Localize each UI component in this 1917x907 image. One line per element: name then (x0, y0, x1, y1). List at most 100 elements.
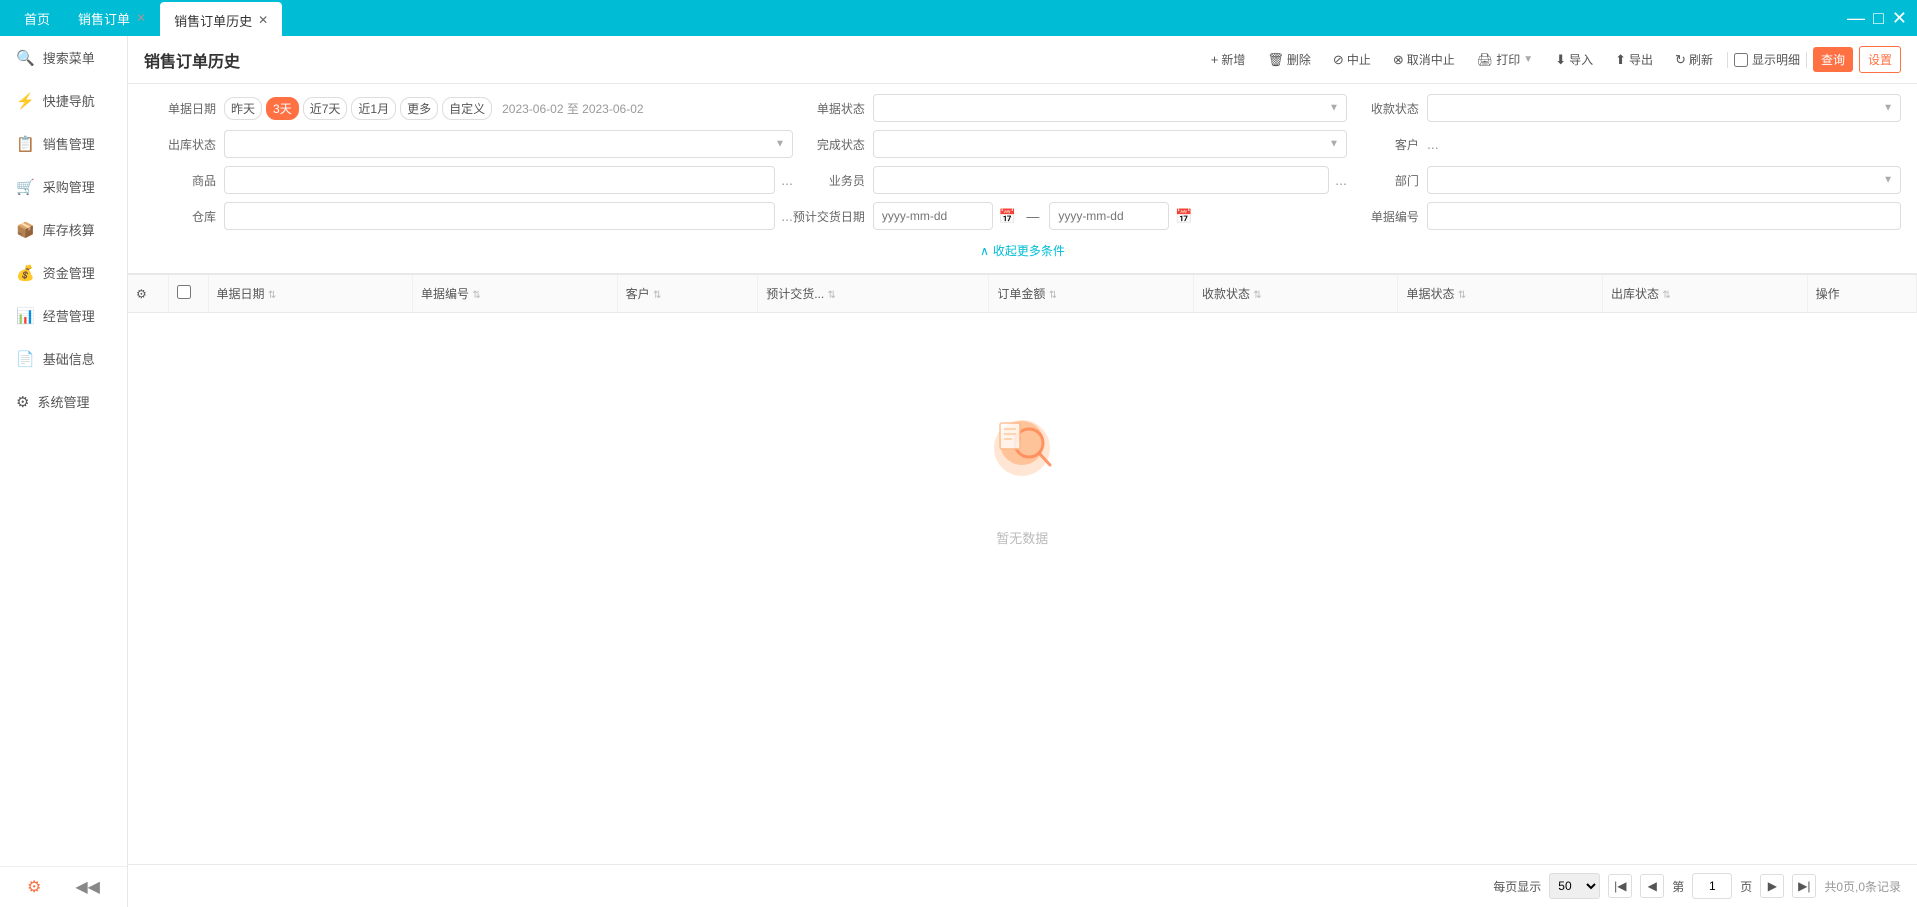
th-expected-delivery-sort-icon[interactable]: ⇅ (828, 290, 836, 301)
page-last-button[interactable]: ▶| (1792, 874, 1816, 898)
expected-date-end-input[interactable] (1049, 202, 1169, 230)
order-status-select[interactable] (873, 94, 1347, 122)
date-yesterday-btn[interactable]: 昨天 (224, 97, 262, 120)
customer-label: 客户 (1347, 136, 1427, 153)
date-1month-btn[interactable]: 近1月 (351, 97, 396, 120)
th-order-no-sort-icon[interactable]: ⇅ (472, 290, 480, 301)
sidebar-item-inventory-check[interactable]: 📦 库存核算 (0, 208, 127, 251)
sidebar-item-ops-mgmt[interactable]: 📊 经营管理 (0, 294, 127, 337)
order-no-label: 单据编号 (1347, 208, 1427, 225)
table-footer: 每页显示 50 10 20 100 |◀ ◀ 第 页 ▶ ▶| 共0页,0条记录 (128, 864, 1917, 907)
window-close-button[interactable]: ✕ (1892, 9, 1907, 27)
order-status-control: ▼ (873, 94, 1347, 122)
print-button[interactable]: 🖨 打印 ▼ (1469, 47, 1541, 72)
warehouse-label: 仓库 (144, 208, 224, 225)
cancel-stop-icon: ⊗ (1393, 52, 1404, 68)
expected-date-start-calendar-icon[interactable]: 📅 (999, 208, 1016, 225)
filter-area: 单据日期 昨天 3天 近7天 近1月 更多 自定义 2023-06-02 至 2… (128, 84, 1917, 274)
warehouse-ellipsis[interactable]: ... (781, 208, 793, 224)
page-first-button[interactable]: |◀ (1608, 874, 1632, 898)
tab-sales-order-close[interactable]: ✕ (136, 11, 146, 25)
pay-status-select[interactable] (1427, 94, 1901, 122)
filter-row-2: 出库状态 ▼ 完成状态 ▼ (144, 130, 1901, 158)
page-number-input[interactable] (1692, 873, 1732, 899)
empty-illustration (972, 393, 1072, 493)
filter-settings-button[interactable]: 设置 (1859, 46, 1901, 73)
tab-sales-order-history[interactable]: 销售订单历史 ✕ (160, 2, 282, 38)
th-order-status: 单据状态 ⇅ (1398, 275, 1603, 313)
completion-status-select[interactable] (873, 130, 1347, 158)
customer-ellipsis[interactable]: ... (1427, 136, 1439, 152)
add-label: 新增 (1221, 51, 1245, 68)
th-date-sort-icon[interactable]: ⇅ (268, 290, 276, 301)
warehouse-input[interactable] (224, 202, 775, 230)
th-operation: 操作 (1807, 275, 1916, 313)
customer-control: ... (1427, 136, 1901, 152)
page-prev-button[interactable]: ◀ (1640, 874, 1664, 898)
import-button[interactable]: ⬇ 导入 (1547, 47, 1601, 72)
th-customer-sort-icon[interactable]: ⇅ (653, 290, 661, 301)
delivery-status-select[interactable] (224, 130, 793, 158)
tab-sales-order[interactable]: 销售订单 ✕ (64, 0, 160, 36)
sys-mgmt-icon: ⚙ (16, 393, 29, 411)
window-min-button[interactable]: — (1847, 9, 1865, 27)
stop-button[interactable]: ⊘ 中止 (1325, 47, 1379, 72)
th-delivery-status-sort-icon[interactable]: ⇅ (1662, 290, 1670, 301)
product-input[interactable] (224, 166, 775, 194)
order-no-input[interactable] (1427, 202, 1901, 230)
sidebar-item-sales-mgmt-label: 销售管理 (43, 134, 95, 153)
th-delivery-status: 出库状态 ⇅ (1603, 275, 1808, 313)
date-3days-btn[interactable]: 3天 (266, 97, 299, 120)
sidebar-item-finance-mgmt[interactable]: 💰 资金管理 (0, 251, 127, 294)
import-icon: ⬇ (1555, 52, 1566, 68)
expected-date-separator: — (1026, 209, 1039, 224)
tab-home[interactable]: 首页 (10, 0, 64, 36)
delete-button[interactable]: 🗑 删除 (1259, 47, 1319, 72)
th-pay-status-sort-icon[interactable]: ⇅ (1253, 290, 1261, 301)
settings-gear-icon[interactable]: ⚙ (136, 287, 147, 301)
sidebar-item-purchase-mgmt[interactable]: 🛒 采购管理 (0, 165, 127, 208)
th-order-status-sort-icon[interactable]: ⇅ (1458, 290, 1466, 301)
date-more-btn[interactable]: 更多 (400, 97, 438, 120)
page-label-2: 页 (1740, 878, 1752, 895)
expected-date-start-input[interactable] (873, 202, 993, 230)
collapse-button[interactable]: ∧ 收起更多条件 (980, 238, 1065, 263)
warehouse-control: ... (224, 202, 793, 230)
purchase-mgmt-icon: 🛒 (16, 178, 35, 196)
delete-label: 删除 (1287, 51, 1311, 68)
sidebar-collapse-icon[interactable]: ◀◀ (75, 877, 100, 897)
sidebar: 🔍 搜索菜单 ⚡ 快捷导航 📋 销售管理 🛒 采购管理 📦 库存核算 💰 资金管… (0, 36, 128, 907)
th-date-label: 单据日期 (217, 287, 265, 301)
page-next-button[interactable]: ▶ (1760, 874, 1784, 898)
top-bar-controls: — □ ✕ (1847, 9, 1917, 27)
show-detail-checkbox-wrap[interactable]: 显示明细 (1734, 51, 1800, 68)
sidebar-item-sys-mgmt[interactable]: ⚙ 系统管理 (0, 380, 127, 423)
tab-sales-order-history-close[interactable]: ✕ (258, 13, 268, 27)
sidebar-item-search-menu[interactable]: 🔍 搜索菜单 (0, 36, 127, 79)
expected-date-end-calendar-icon[interactable]: 📅 (1175, 208, 1192, 225)
sidebar-settings-icon[interactable]: ⚙ (27, 877, 41, 897)
salesperson-ellipsis[interactable]: ... (1335, 172, 1347, 188)
basic-info-icon: 📄 (16, 350, 35, 368)
product-ellipsis[interactable]: ... (781, 172, 793, 188)
department-select[interactable] (1427, 166, 1901, 194)
sidebar-item-sales-mgmt[interactable]: 📋 销售管理 (0, 122, 127, 165)
select-all-checkbox[interactable] (177, 285, 191, 299)
page-size-select[interactable]: 50 10 20 100 (1549, 873, 1600, 899)
date-custom-btn[interactable]: 自定义 (442, 97, 492, 120)
th-order-amount: 订单金额 ⇅ (989, 275, 1194, 313)
query-button[interactable]: 查询 (1813, 47, 1853, 72)
cancel-stop-button[interactable]: ⊗ 取消中止 (1385, 47, 1463, 72)
salesperson-input[interactable] (873, 166, 1329, 194)
collapse-row: ∧ 收起更多条件 (144, 238, 1901, 263)
th-order-amount-sort-icon[interactable]: ⇅ (1049, 290, 1057, 301)
window-max-button[interactable]: □ (1873, 9, 1884, 27)
show-detail-checkbox[interactable] (1734, 53, 1748, 67)
add-button[interactable]: + 新增 (1203, 47, 1254, 72)
export-button[interactable]: ⬆ 导出 (1607, 47, 1661, 72)
date-7days-btn[interactable]: 近7天 (303, 97, 348, 120)
sidebar-item-quick-nav[interactable]: ⚡ 快捷导航 (0, 79, 127, 122)
page-total: 共0页,0条记录 (1824, 878, 1901, 895)
sidebar-item-basic-info[interactable]: 📄 基础信息 (0, 337, 127, 380)
refresh-button[interactable]: ↻ 刷新 (1667, 47, 1721, 72)
